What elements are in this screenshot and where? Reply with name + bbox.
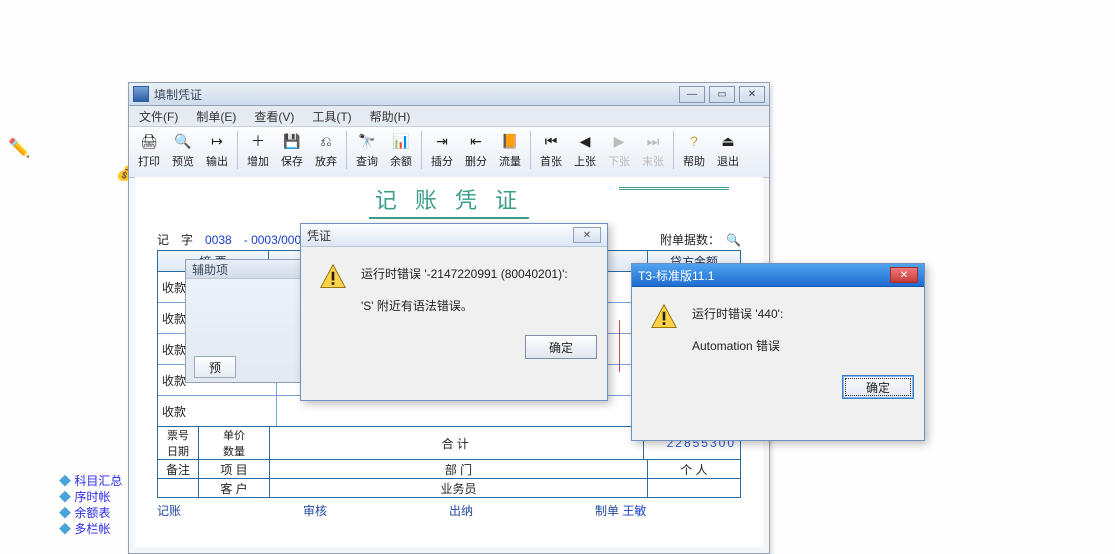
maximize-button[interactable]: ▭ <box>709 86 735 103</box>
dialog1-line2: 'S' 附近有语法错误。 <box>361 295 568 317</box>
tb-next[interactable]: ▶下张 <box>603 129 635 173</box>
f-audit: 审核 <box>303 502 449 519</box>
attachment-label: 附单据数： <box>660 231 720 248</box>
delete-icon: ⇤ <box>466 131 486 151</box>
tb-last[interactable]: ⏭末张 <box>637 129 669 173</box>
save-icon: 💾 <box>282 131 302 151</box>
date-label2: 日期 <box>167 443 189 459</box>
window-title: 填制凭证 <box>154 86 679 103</box>
menu-make[interactable]: 制单(E) <box>196 108 236 125</box>
side-link[interactable]: 科目汇总 <box>59 473 122 489</box>
tb-prev[interactable]: ◀上张 <box>569 129 601 173</box>
helper-title: 辅助项 <box>186 260 312 279</box>
helper-panel[interactable]: 辅助项 预 <box>185 259 313 383</box>
dialog2-titlebar[interactable]: T3-标准版11.1 ✕ <box>632 264 924 287</box>
add-icon: ＋ <box>248 131 268 151</box>
exit-icon: ⏏ <box>718 131 738 151</box>
dialog1-line1: 运行时错误 '-2147220991 (80040201)': <box>361 263 568 285</box>
f-entry: 记账 <box>157 502 303 519</box>
left-side-links: 科目汇总 序时帐 余额表 多栏帐 <box>59 473 122 537</box>
tb-abandon[interactable]: ⎌放弃 <box>310 129 342 173</box>
tb-print[interactable]: 🖨打印 <box>133 129 165 173</box>
dialog2-close-button[interactable]: ✕ <box>890 267 918 283</box>
project-label: 项 目 <box>199 460 270 478</box>
tb-flow[interactable]: 📙流量 <box>494 129 526 173</box>
tb-first[interactable]: ⏮首张 <box>535 129 567 173</box>
warning-icon <box>319 263 347 291</box>
menu-file[interactable]: 文件(F) <box>139 108 178 125</box>
tb-find[interactable]: 🔭查询 <box>351 129 383 173</box>
last-icon: ⏭ <box>643 131 663 151</box>
error-dialog-automation: T3-标准版11.1 ✕ 运行时错误 '440': Automation 错误 … <box>631 263 925 441</box>
footer: 记账 审核 出纳 制单 王敏 <box>157 502 741 519</box>
side-link[interactable]: 序时帐 <box>59 489 122 505</box>
abandon-icon: ⎌ <box>316 131 336 151</box>
print-icon: 🖨 <box>139 131 159 151</box>
voucher-fraction: - 0003/0003 <box>244 233 308 247</box>
menubar: 文件(F) 制单(E) 查看(V) 工具(T) 帮助(H) <box>129 106 769 127</box>
flow-icon: 📙 <box>500 131 520 151</box>
dialog1-titlebar[interactable]: 凭证 ✕ <box>301 224 607 247</box>
voucher-no[interactable]: 0038 <box>205 233 232 247</box>
dialog2-line2: Automation 错误 <box>692 335 783 357</box>
tb-add[interactable]: ＋增加 <box>242 129 274 173</box>
menu-tool[interactable]: 工具(T) <box>312 108 351 125</box>
info-block: 备注 项 目 部 门 个 人 客 户 业务员 <box>157 460 741 498</box>
first-icon: ⏮ <box>541 131 561 151</box>
desktop-pencil-icon: ✏️ <box>8 138 30 159</box>
preview-icon: 🔍 <box>173 131 193 151</box>
heji-label: 合 计 <box>442 435 469 452</box>
decor-line <box>619 187 729 190</box>
toolbar: 🖨打印 🔍预览 ↦输出 ＋增加 💾保存 ⎌放弃 🔭查询 📊余额 ⇥插分 ⇤删分 … <box>129 127 769 178</box>
menu-help[interactable]: 帮助(H) <box>370 108 411 125</box>
menu-view[interactable]: 查看(V) <box>254 108 294 125</box>
side-link[interactable]: 余额表 <box>59 505 122 521</box>
output-icon: ↦ <box>207 131 227 151</box>
qty-label: 数量 <box>223 443 245 459</box>
f-maker: 制单 <box>595 504 619 518</box>
insert-icon: ⇥ <box>432 131 452 151</box>
dialog1-title: 凭证 <box>307 227 573 244</box>
dept-label: 部 门 <box>270 460 648 478</box>
ji-label: 记 <box>157 231 169 248</box>
price-label: 单价 <box>223 427 245 443</box>
voucher-title: 记 账 凭 证 <box>369 183 529 219</box>
tb-help[interactable]: ?帮助 <box>678 129 710 173</box>
prev-icon: ◀ <box>575 131 595 151</box>
tb-exit[interactable]: ⏏退出 <box>712 129 744 173</box>
f-maker-value: 王敏 <box>622 504 646 518</box>
person-label: 个 人 <box>648 460 740 478</box>
sales-label: 业务员 <box>270 479 648 497</box>
helper-yu-button[interactable]: 预 <box>194 356 236 378</box>
zi-label: 字 <box>181 231 193 248</box>
titlebar[interactable]: 填制凭证 — ▭ ✕ <box>129 83 769 106</box>
tb-save[interactable]: 💾保存 <box>276 129 308 173</box>
tb-preview[interactable]: 🔍预览 <box>167 129 199 173</box>
dialog2-ok-button[interactable]: 确定 <box>842 375 914 399</box>
error-dialog-syntax: 凭证 ✕ 运行时错误 '-2147220991 (80040201)': 'S'… <box>300 223 608 401</box>
chart-icon: 📊 <box>391 131 411 151</box>
side-link[interactable]: 多栏帐 <box>59 521 122 537</box>
dialog1-close-button[interactable]: ✕ <box>573 227 601 243</box>
customer-label: 客 户 <box>199 479 270 497</box>
lookup-icon[interactable]: 🔍 <box>726 233 741 247</box>
dialog2-title: T3-标准版11.1 <box>638 267 890 284</box>
dialog1-ok-button[interactable]: 确定 <box>525 335 597 359</box>
warning-icon <box>650 303 678 331</box>
minimize-button[interactable]: — <box>679 86 705 103</box>
close-button[interactable]: ✕ <box>739 86 765 103</box>
help-icon: ? <box>684 131 704 151</box>
cell-summary[interactable]: 收款 <box>158 396 277 426</box>
search-icon: 🔭 <box>357 131 377 151</box>
tb-delete-line[interactable]: ⇤删分 <box>460 129 492 173</box>
dialog2-line1: 运行时错误 '440': <box>692 303 783 325</box>
tb-insert-line[interactable]: ⇥插分 <box>426 129 458 173</box>
tb-output[interactable]: ↦输出 <box>201 129 233 173</box>
tb-balance[interactable]: 📊余额 <box>385 129 417 173</box>
f-cashier: 出纳 <box>449 502 595 519</box>
next-icon: ▶ <box>609 131 629 151</box>
app-icon <box>133 86 149 102</box>
ticket-label: 票号 <box>167 427 189 443</box>
remark-label: 备注 <box>158 460 199 478</box>
